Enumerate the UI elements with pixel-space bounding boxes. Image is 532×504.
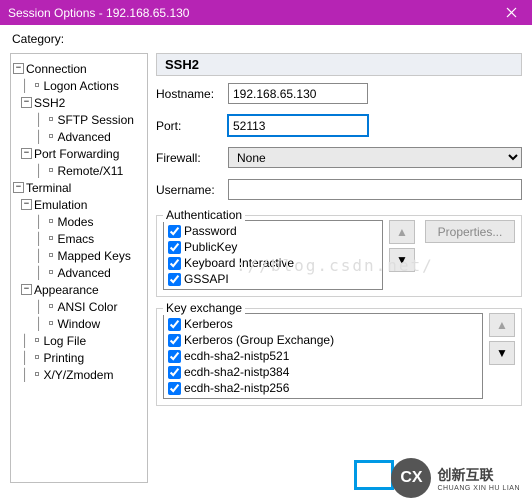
- tree-window[interactable]: Window: [57, 317, 100, 331]
- kex-nistp521-checkbox[interactable]: [168, 350, 181, 363]
- window-title: Session Options - 192.168.65.130: [8, 6, 189, 20]
- auth-move-up-button[interactable]: ▲: [389, 220, 415, 244]
- key-exchange-legend: Key exchange: [163, 301, 245, 315]
- firewall-select[interactable]: None: [228, 147, 522, 168]
- key-exchange-group: Key exchange Kerberos Kerberos (Group Ex…: [156, 308, 522, 406]
- auth-gssapi-label: GSSAPI: [184, 272, 229, 286]
- auth-password-checkbox[interactable]: [168, 225, 181, 238]
- kex-kerberos-checkbox[interactable]: [168, 318, 181, 331]
- authentication-legend: Authentication: [163, 208, 245, 222]
- auth-keyboard-checkbox[interactable]: [168, 257, 181, 270]
- close-button[interactable]: [490, 0, 532, 25]
- hostname-input[interactable]: [228, 83, 368, 104]
- hostname-label: Hostname:: [156, 87, 228, 101]
- kex-nistp256-checkbox[interactable]: [168, 382, 181, 395]
- tree-advanced[interactable]: Advanced: [57, 130, 110, 144]
- category-label: Category:: [12, 32, 64, 46]
- logo-badge-icon: CX: [391, 458, 431, 498]
- auth-gssapi-checkbox[interactable]: [168, 273, 181, 286]
- logo-area: CX 创新互联 CHUANG XIN HU LIAN: [391, 458, 520, 498]
- collapse-icon[interactable]: −: [21, 97, 32, 108]
- authentication-group: Authentication Password PublicKey Keyboa…: [156, 215, 522, 297]
- tree-logon-actions[interactable]: Logon Actions: [43, 79, 118, 93]
- tree-mapped-keys[interactable]: Mapped Keys: [57, 249, 130, 263]
- ok-button-outline[interactable]: [354, 460, 394, 490]
- kex-kerberos-ge-label: Kerberos (Group Exchange): [184, 333, 334, 347]
- authentication-list[interactable]: Password PublicKey Keyboard Interactive …: [163, 220, 383, 290]
- auth-publickey-checkbox[interactable]: [168, 241, 181, 254]
- close-icon: [506, 7, 517, 18]
- kex-kerberos-ge-checkbox[interactable]: [168, 334, 181, 347]
- tree-appearance[interactable]: Appearance: [34, 283, 99, 297]
- tree-printing[interactable]: Printing: [43, 351, 84, 365]
- triangle-down-icon: ▼: [496, 346, 508, 360]
- auth-password-label: Password: [184, 224, 237, 238]
- kex-kerberos-label: Kerberos: [184, 317, 233, 331]
- auth-move-down-button[interactable]: ▼: [389, 248, 415, 272]
- auth-publickey-label: PublicKey: [184, 240, 237, 254]
- logo-line2: CHUANG XIN HU LIAN: [437, 485, 520, 492]
- kex-move-up-button[interactable]: ▲: [489, 313, 515, 337]
- triangle-up-icon: ▲: [496, 318, 508, 332]
- kex-move-down-button[interactable]: ▼: [489, 341, 515, 365]
- triangle-up-icon: ▲: [396, 225, 408, 239]
- username-input[interactable]: [228, 179, 522, 200]
- tree-log-file[interactable]: Log File: [43, 334, 86, 348]
- tree-port-forwarding[interactable]: Port Forwarding: [34, 147, 119, 161]
- kex-nistp384-checkbox[interactable]: [168, 366, 181, 379]
- tree-ansi-color[interactable]: ANSI Color: [57, 300, 117, 314]
- kex-nistp256-label: ecdh-sha2-nistp256: [184, 381, 289, 395]
- collapse-icon[interactable]: −: [21, 284, 32, 295]
- collapse-icon[interactable]: −: [21, 199, 32, 210]
- section-title: SSH2: [156, 53, 522, 76]
- tree-xyzmodem[interactable]: X/Y/Zmodem: [43, 368, 113, 382]
- collapse-icon[interactable]: −: [13, 63, 24, 74]
- username-label: Username:: [156, 183, 228, 197]
- tree-remote-x11[interactable]: Remote/X11: [57, 164, 123, 178]
- port-input[interactable]: [228, 115, 368, 136]
- collapse-icon[interactable]: −: [13, 182, 24, 193]
- collapse-icon[interactable]: −: [21, 148, 32, 159]
- tree-modes[interactable]: Modes: [57, 215, 93, 229]
- tree-terminal[interactable]: Terminal: [26, 181, 71, 195]
- tree-advanced-2[interactable]: Advanced: [57, 266, 110, 280]
- tree-connection[interactable]: Connection: [26, 62, 87, 76]
- kex-nistp521-label: ecdh-sha2-nistp521: [184, 349, 289, 363]
- title-bar: Session Options - 192.168.65.130: [0, 0, 532, 25]
- tree-emacs[interactable]: Emacs: [57, 232, 94, 246]
- tree-sftp-session[interactable]: SFTP Session: [57, 113, 133, 127]
- kex-nistp384-label: ecdh-sha2-nistp384: [184, 365, 289, 379]
- triangle-down-icon: ▼: [396, 253, 408, 267]
- properties-button[interactable]: Properties...: [425, 220, 515, 243]
- port-label: Port:: [156, 119, 228, 133]
- auth-keyboard-label: Keyboard Interactive: [184, 256, 294, 270]
- firewall-label: Firewall:: [156, 151, 228, 165]
- key-exchange-list[interactable]: Kerberos Kerberos (Group Exchange) ecdh-…: [163, 313, 483, 399]
- tree-ssh2[interactable]: SSH2: [34, 96, 65, 110]
- tree-emulation[interactable]: Emulation: [34, 198, 87, 212]
- logo-line1: 创新互联: [437, 465, 520, 485]
- category-tree[interactable]: −Connection │ Logon Actions −SSH2 │ SFTP…: [10, 53, 148, 483]
